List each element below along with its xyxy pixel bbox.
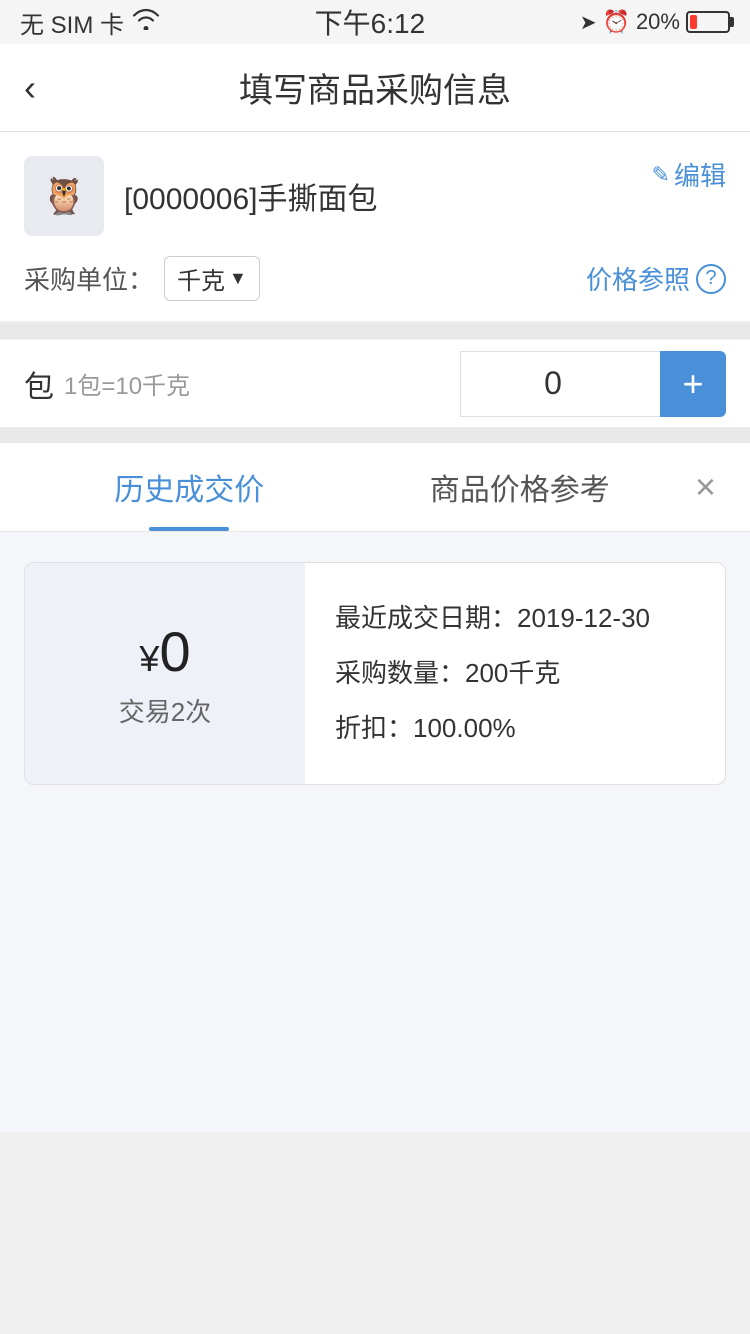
tab-close-button[interactable]: × — [685, 466, 726, 508]
wifi-icon — [132, 8, 160, 37]
purchase-qty-label: 采购数量： — [335, 658, 465, 688]
battery-percent: 20% — [636, 9, 680, 35]
tab-active-indicator — [149, 527, 229, 531]
product-card: 🦉 [0000006]手撕面包 ✎ 编辑 采购单位： 千克 ▼ 价格参照 ? — [0, 132, 750, 321]
recent-date-row: 最近成交日期：2019-12-30 — [335, 599, 695, 638]
price-value: 0 — [159, 620, 190, 683]
bag-label: 包 — [24, 362, 54, 406]
unit-value: 千克 — [177, 261, 225, 296]
purchase-qty-value: 200千克 — [465, 658, 560, 688]
carrier-label: 无 SIM 卡 — [20, 5, 124, 40]
status-bar: 无 SIM 卡 下午6:12 ➤ ⏰ 20% — [0, 0, 750, 44]
currency-symbol: ¥ — [139, 638, 159, 679]
status-left: 无 SIM 卡 — [20, 5, 160, 40]
price-left-panel: ¥0 交易2次 — [25, 563, 305, 784]
discount-row: 折扣：100.00% — [335, 709, 695, 748]
quantity-input-group: + — [460, 351, 726, 417]
quantity-label-group: 包 1包=10千克 — [24, 362, 190, 406]
section-divider — [0, 323, 750, 339]
back-button[interactable]: ‹ — [24, 67, 36, 109]
tab-product-price-ref[interactable]: 商品价格参考 — [354, 443, 684, 531]
product-title: 手撕面包 — [257, 183, 377, 216]
price-right-panel: 最近成交日期：2019-12-30 采购数量：200千克 折扣：100.00% — [305, 563, 725, 784]
price-ref-label: 价格参照 — [586, 260, 690, 297]
tab-product-label: 商品价格参考 — [430, 465, 610, 509]
product-id: [0000006] — [124, 183, 257, 216]
tab-history-label: 历史成交价 — [114, 465, 264, 509]
page-title: 填写商品采购信息 — [239, 63, 511, 112]
product-thumbnail: 🦉 — [24, 156, 104, 236]
unit-select[interactable]: 千克 ▼ — [164, 256, 260, 301]
bag-sublabel: 1包=10千克 — [64, 366, 190, 401]
unit-prefix: 采购单位： — [24, 260, 154, 297]
plus-button[interactable]: + — [660, 351, 726, 417]
location-icon: ➤ — [580, 10, 597, 35]
nav-bar: ‹ 填写商品采购信息 — [0, 44, 750, 132]
status-time: 下午6:12 — [315, 2, 426, 42]
product-footer: 采购单位： 千克 ▼ 价格参照 ? — [24, 256, 726, 301]
trade-count: 交易2次 — [119, 692, 211, 729]
edit-button[interactable]: ✎ 编辑 — [652, 156, 726, 193]
tab-bar: 历史成交价 商品价格参考 × — [0, 443, 750, 532]
product-logo-icon: 🦉 — [42, 175, 87, 217]
discount-label: 折扣： — [335, 713, 413, 743]
price-reference-button[interactable]: 价格参照 ? — [586, 260, 726, 297]
dropdown-icon: ▼ — [229, 268, 247, 289]
recent-date-value: 2019-12-30 — [517, 603, 650, 633]
purchase-qty-row: 采购数量：200千克 — [335, 654, 695, 693]
product-left: 🦉 [0000006]手撕面包 — [24, 156, 377, 236]
quantity-section: 包 1包=10千克 + — [0, 339, 750, 427]
help-icon: ? — [696, 264, 726, 294]
section-divider-2 — [0, 427, 750, 443]
discount-value: 100.00% — [413, 713, 516, 743]
edit-label: 编辑 — [674, 156, 726, 193]
product-header: 🦉 [0000006]手撕面包 ✎ 编辑 — [24, 156, 726, 236]
recent-date-label: 最近成交日期： — [335, 603, 517, 633]
unit-row: 采购单位： 千克 ▼ — [24, 256, 260, 301]
price-amount: ¥0 — [139, 619, 190, 684]
alarm-icon: ⏰ — [603, 9, 630, 35]
tab-history-price[interactable]: 历史成交价 — [24, 443, 354, 531]
content-area: ¥0 交易2次 最近成交日期：2019-12-30 采购数量：200千克 折扣：… — [0, 532, 750, 1132]
edit-icon: ✎ — [652, 162, 670, 188]
quantity-input[interactable] — [460, 351, 660, 417]
battery-icon — [686, 11, 730, 33]
status-right: ➤ ⏰ 20% — [580, 9, 730, 35]
price-card: ¥0 交易2次 最近成交日期：2019-12-30 采购数量：200千克 折扣：… — [24, 562, 726, 785]
product-name: [0000006]手撕面包 — [124, 174, 377, 218]
